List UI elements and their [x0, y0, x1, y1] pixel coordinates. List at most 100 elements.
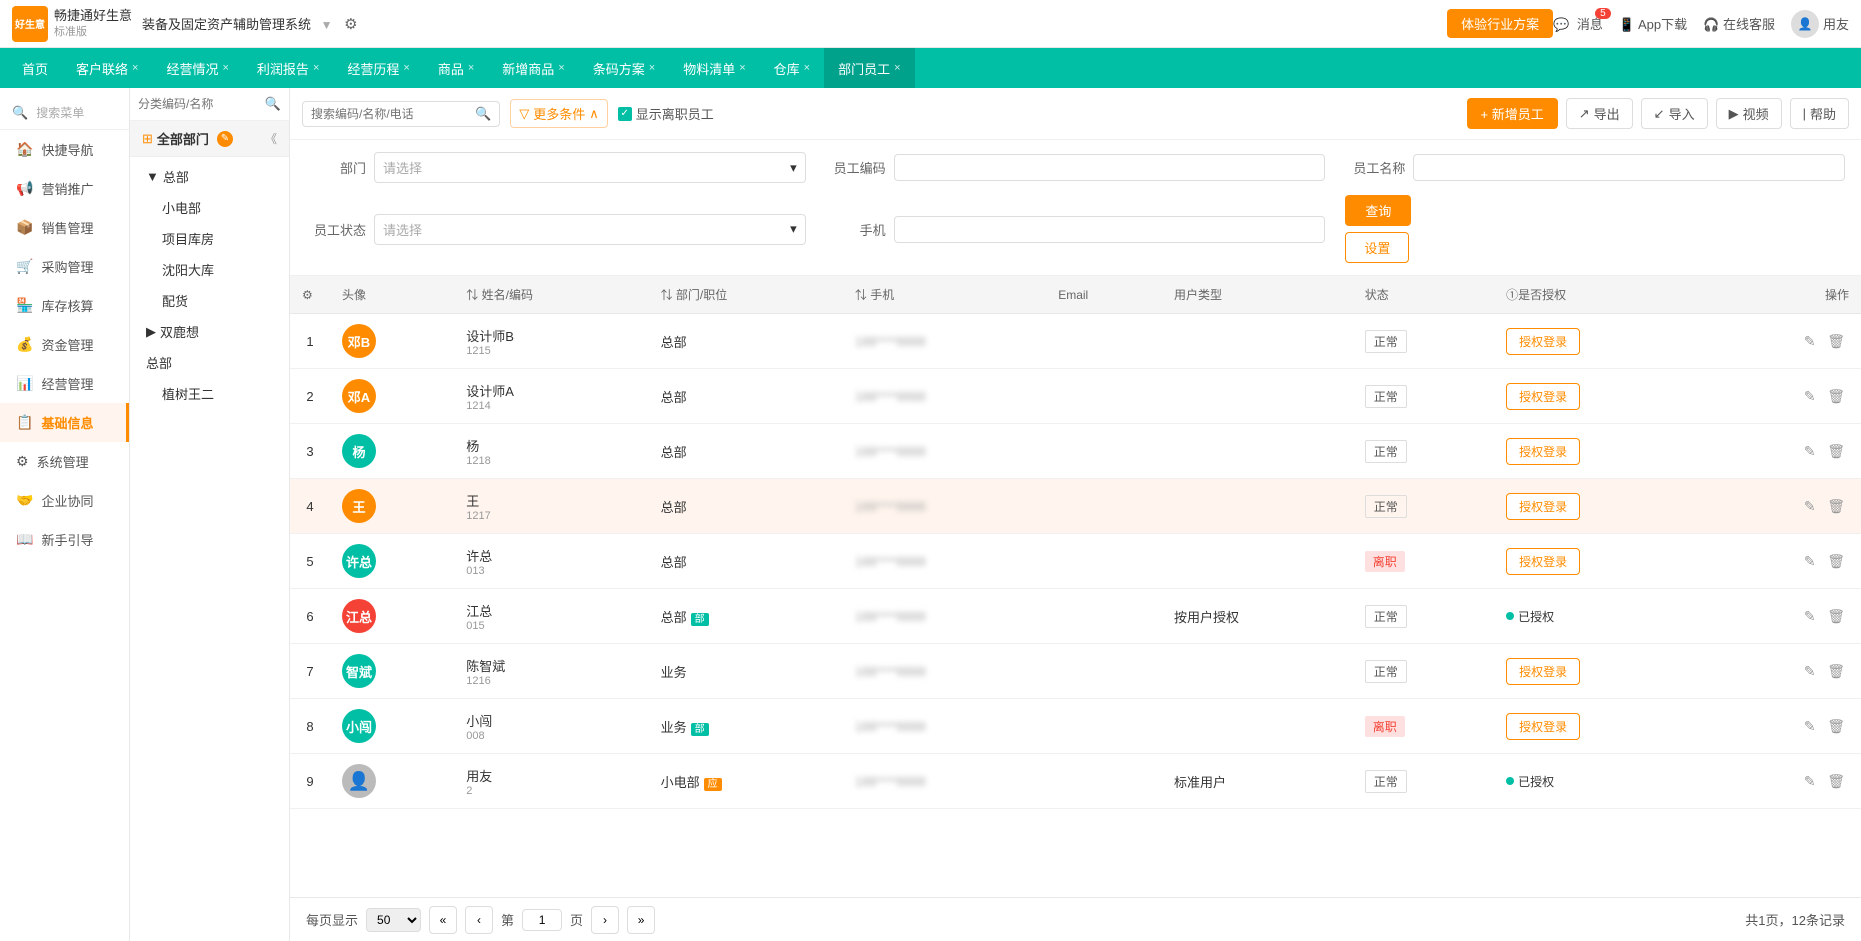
import-button[interactable]: ↙ 导入 [1641, 98, 1708, 129]
sidebar-item-inventory[interactable]: 🏪库存核算 [0, 286, 129, 325]
set-button[interactable]: 设置 [1345, 232, 1409, 263]
auth-btn[interactable]: 授权登录 [1506, 658, 1580, 685]
filter-empcode-input[interactable] [894, 154, 1326, 181]
auth-btn[interactable]: 授权登录 [1506, 548, 1580, 575]
dept-node-shenyang[interactable]: 沈阳大库 [130, 254, 289, 285]
edit-btn[interactable]: ✎ [1800, 771, 1820, 792]
delete-btn[interactable]: 🗑 [1823, 386, 1849, 407]
dept-node-general[interactable]: ▼ 总部 [130, 161, 289, 192]
prev-page-btn[interactable]: ‹ [465, 906, 493, 934]
delete-btn[interactable]: 🗑 [1823, 716, 1849, 737]
col-dept[interactable]: ⇅ 部门/职位 [649, 276, 843, 314]
help-button[interactable]: | 帮助 [1790, 98, 1849, 129]
dept-node-project[interactable]: 项目库房 [130, 223, 289, 254]
sidebar-item-purchase[interactable]: 🛒采购管理 [0, 247, 129, 286]
tab-bom[interactable]: 物料清单× [669, 48, 759, 88]
dept-search-input[interactable] [138, 97, 261, 111]
delete-btn[interactable]: 🗑 [1823, 551, 1849, 572]
edit-btn[interactable]: ✎ [1800, 496, 1820, 517]
show-resigned-checkbox[interactable]: ✓ [618, 107, 632, 121]
delete-btn[interactable]: 🗑 [1823, 441, 1849, 462]
page-word: 第 [501, 910, 514, 929]
tab-home[interactable]: 首页 [8, 48, 62, 88]
user-area[interactable]: 👤 用友 [1791, 10, 1849, 38]
col-name[interactable]: ⇅ 姓名/编码 [454, 276, 648, 314]
tab-new-goods[interactable]: 新增商品× [488, 48, 578, 88]
sidebar-item-marketing[interactable]: 📢营销推广 [0, 169, 129, 208]
sidebar-item-system[interactable]: ⚙系统管理 [0, 442, 129, 481]
sidebar-search[interactable]: 🔍 搜索菜单 [0, 96, 129, 130]
tab-profit[interactable]: 利润报告× [243, 48, 333, 88]
dept-node-headquarters[interactable]: 总部 [130, 347, 289, 378]
app-download-btn[interactable]: 📱 App下载 [1619, 14, 1687, 33]
search-btn[interactable]: 🔍 [475, 106, 491, 122]
next-page-btn[interactable]: › [591, 906, 619, 934]
add-employee-button[interactable]: + 新增员工 [1467, 98, 1558, 129]
dept-node-shuangluxiang[interactable]: ▶ 双鹿想 [130, 316, 289, 347]
edit-btn[interactable]: ✎ [1800, 661, 1820, 682]
export-button[interactable]: ↗ 导出 [1566, 98, 1633, 129]
row-dept: 总部 [649, 314, 843, 369]
trial-button[interactable]: 体验行业方案 [1447, 9, 1553, 38]
delete-btn[interactable]: 🗑 [1823, 496, 1849, 517]
auth-btn[interactable]: 授权登录 [1506, 438, 1580, 465]
edit-btn[interactable]: ✎ [1800, 551, 1820, 572]
avatar: 邓B [342, 324, 376, 358]
delete-btn[interactable]: 🗑 [1823, 606, 1849, 627]
delete-btn[interactable]: 🗑 [1823, 331, 1849, 352]
page-number-input[interactable] [522, 909, 562, 931]
dept-edit-icon[interactable]: ✎ [217, 131, 233, 147]
auth-btn[interactable]: 授权登录 [1506, 383, 1580, 410]
filter-status-select[interactable]: 请选择 ▾ [374, 214, 806, 245]
view-button[interactable]: ▶ 视频 [1716, 98, 1782, 129]
tab-warehouse[interactable]: 仓库× [760, 48, 824, 88]
search-input[interactable] [311, 107, 471, 121]
edit-btn[interactable]: ✎ [1800, 331, 1820, 352]
filter-dept-select[interactable]: 请选择 ▾ [374, 152, 806, 183]
tab-operation[interactable]: 经营情况× [152, 48, 242, 88]
settings-icon[interactable]: ⚙ [344, 16, 357, 33]
auth-btn[interactable]: 授权登录 [1506, 493, 1580, 520]
dept-node-small-elec[interactable]: 小电部 [130, 192, 289, 223]
user-avatar: 👤 [1791, 10, 1819, 38]
sidebar-item-quicknav[interactable]: 🏠快捷导航 [0, 130, 129, 169]
col-settings[interactable]: ⚙ [290, 276, 330, 314]
auth-btn[interactable]: 授权登录 [1506, 328, 1580, 355]
delete-btn[interactable]: 🗑 [1823, 771, 1849, 792]
row-email [1046, 314, 1162, 369]
message-btn[interactable]: 💬 5 消息 [1553, 14, 1603, 33]
online-service-btn[interactable]: 🎧 在线客服 [1703, 14, 1775, 33]
sidebar-item-basic[interactable]: 📋基础信息 [0, 403, 129, 442]
sidebar-item-sales[interactable]: 📦销售管理 [0, 208, 129, 247]
sidebar-item-finance[interactable]: 💰资金管理 [0, 325, 129, 364]
sidebar-item-corp[interactable]: 🤝企业协同 [0, 481, 129, 520]
delete-btn[interactable]: 🗑 [1823, 661, 1849, 682]
tab-customer[interactable]: 客户联络× [62, 48, 152, 88]
filter-empname-input[interactable] [1413, 154, 1845, 181]
edit-btn[interactable]: ✎ [1800, 716, 1820, 737]
show-resigned-toggle[interactable]: ✓ 显示离职员工 [618, 104, 714, 123]
tab-goods[interactable]: 商品× [424, 48, 488, 88]
auth-btn[interactable]: 授权登录 [1506, 713, 1580, 740]
edit-btn[interactable]: ✎ [1800, 606, 1820, 627]
sidebar-item-manage[interactable]: 📊经营管理 [0, 364, 129, 403]
tab-history[interactable]: 经营历程× [333, 48, 423, 88]
filter-dept-row: 部门 请选择 ▾ [306, 152, 806, 183]
more-filter-btn[interactable]: ▽ 更多条件 ∧ [510, 99, 608, 128]
edit-btn[interactable]: ✎ [1800, 386, 1820, 407]
col-phone[interactable]: ⇅ 手机 [843, 276, 1046, 314]
page-size-select[interactable]: 50 100 200 [366, 908, 421, 932]
dept-search-icon[interactable]: 🔍 [265, 96, 281, 112]
query-button[interactable]: 查询 [1345, 195, 1411, 226]
first-page-btn[interactable]: « [429, 906, 457, 934]
tab-barcode[interactable]: 条码方案× [579, 48, 669, 88]
edit-btn[interactable]: ✎ [1800, 441, 1820, 462]
content: 🔍 ⊞ 全部部门 ✎ 《 ▼ 总部 小电部 项目库房 [130, 88, 1861, 941]
dept-node-delivery[interactable]: 配货 [130, 285, 289, 316]
tab-department[interactable]: 部门员工× [824, 48, 914, 88]
last-page-btn[interactable]: » [627, 906, 655, 934]
dept-node-zhishu[interactable]: 植树王二 [130, 378, 289, 409]
collapse-btn[interactable]: 《 [265, 130, 277, 147]
sidebar-item-guide[interactable]: 📖新手引导 [0, 520, 129, 559]
filter-phone-input[interactable] [894, 216, 1326, 243]
